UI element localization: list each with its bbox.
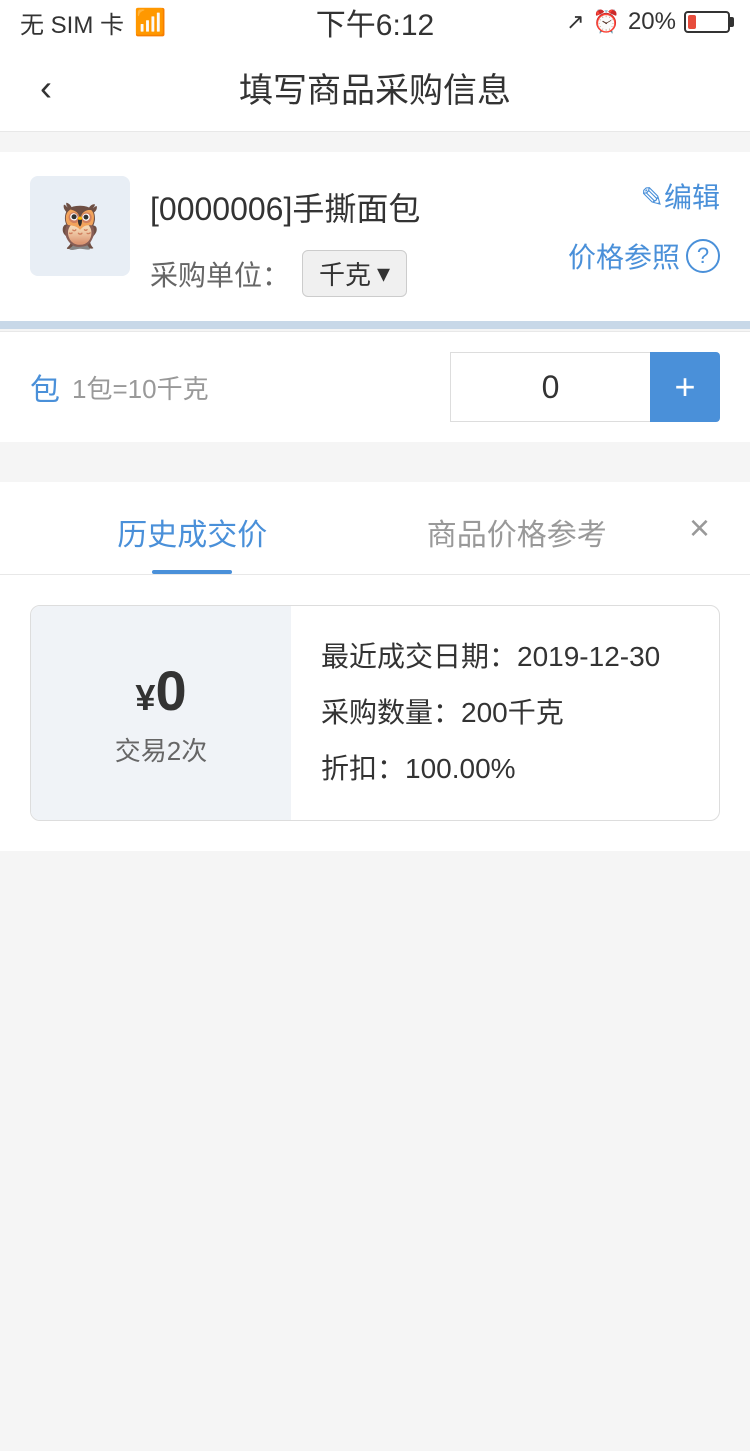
gps-icon: ↗ <box>566 9 584 35</box>
alarm-icon: ⏰ <box>593 9 620 35</box>
product-card: 🦉 [0000006]手撕面包 采购单位： 千克 ▾ ✎编辑 价格参照 ? <box>0 152 750 321</box>
discount-value: 100.00% <box>405 753 516 784</box>
quantity-section: 包 1包=10千克 0 + <box>0 331 750 442</box>
question-icon: ? <box>686 239 720 273</box>
qty-label: 采购数量： <box>321 697 461 728</box>
quantity-plus-button[interactable]: + <box>650 352 720 422</box>
status-bar: 无 SIM 卡 📶 下午6:12 ↗ ⏰ 20% <box>0 0 750 44</box>
qty-value: 200千克 <box>461 697 564 728</box>
battery-icon <box>684 11 730 33</box>
section-gap <box>0 442 750 462</box>
owl-icon: 🦉 <box>53 200 108 252</box>
price-amount-display: ¥0 <box>135 658 186 723</box>
unit-value: 千克 <box>319 255 371 292</box>
product-info: [0000006]手撕面包 采购单位： 千克 ▾ <box>150 176 420 297</box>
tab-history-price[interactable]: 历史成交价 <box>30 482 354 574</box>
back-button[interactable]: ‹ <box>30 57 62 119</box>
product-right-col: ✎编辑 价格参照 ? <box>568 176 720 276</box>
tabs-header: 历史成交价 商品价格参考 × <box>0 482 750 575</box>
quantity-value: 0 <box>542 369 560 406</box>
date-row: 最近成交日期：2019-12-30 <box>321 636 689 678</box>
status-time: 下午6:12 <box>316 0 434 44</box>
quantity-input[interactable]: 0 <box>450 352 650 422</box>
battery-pct: 20% <box>628 8 676 36</box>
unit-select[interactable]: 千克 ▾ <box>302 250 407 297</box>
nav-bar: ‹ 填写商品采购信息 <box>0 44 750 132</box>
qty-row: 采购数量：200千克 <box>321 692 689 734</box>
chevron-down-icon: ▾ <box>377 258 390 289</box>
price-summary: ¥0 交易2次 <box>31 606 291 820</box>
product-id-name: [0000006]手撕面包 <box>150 184 420 230</box>
date-value: 2019-12-30 <box>517 641 660 672</box>
wifi-icon: 📶 <box>134 7 166 38</box>
discount-label: 折扣： <box>321 753 405 784</box>
price-details: 最近成交日期：2019-12-30 采购数量：200千克 折扣：100.00% <box>291 606 719 820</box>
unit-label: 采购单位： <box>150 254 290 294</box>
edit-button[interactable]: ✎编辑 <box>641 176 720 216</box>
currency-symbol: ¥ <box>135 677 155 718</box>
close-button[interactable]: × <box>679 497 720 559</box>
product-thumbnail: 🦉 <box>30 176 130 276</box>
trades-label: 交易2次 <box>115 731 207 768</box>
page-title: 填写商品采购信息 <box>239 63 511 112</box>
price-value: 0 <box>155 659 186 722</box>
status-right: ↗ ⏰ 20% <box>566 8 730 36</box>
status-left: 无 SIM 卡 📶 <box>20 5 166 40</box>
bag-convert-text: 1包=10千克 <box>72 369 209 406</box>
tabs-section: 历史成交价 商品价格参考 × ¥0 交易2次 最近成交日期：2019-12-30… <box>0 482 750 1451</box>
main-background <box>0 851 750 1451</box>
date-label: 最近成交日期： <box>321 641 517 672</box>
price-card: ¥0 交易2次 最近成交日期：2019-12-30 采购数量：200千克 折扣：… <box>30 605 720 821</box>
section-divider <box>0 321 750 329</box>
price-ref-button[interactable]: 价格参照 ? <box>568 236 720 276</box>
price-ref-label: 价格参照 <box>568 236 680 276</box>
discount-row: 折扣：100.00% <box>321 748 689 790</box>
carrier-text: 无 SIM 卡 <box>20 5 124 40</box>
tab-product-price-ref[interactable]: 商品价格参考 <box>354 482 678 574</box>
bag-label: 包 <box>30 365 60 409</box>
